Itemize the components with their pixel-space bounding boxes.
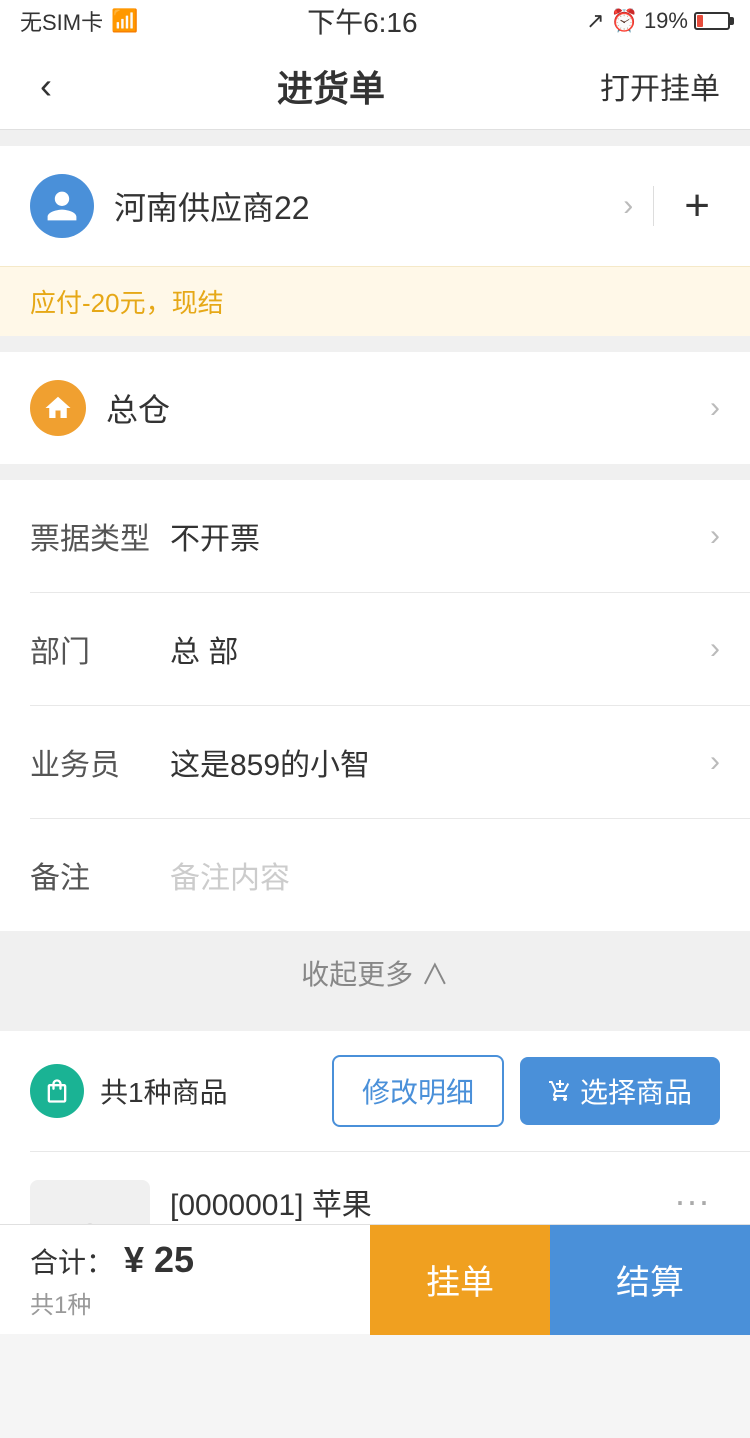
product-id: [0000001] (170, 1189, 303, 1222)
shopping-bag-icon (43, 1077, 71, 1105)
select-product-button[interactable]: 选择商品 (520, 1057, 720, 1125)
home-icon (43, 393, 73, 423)
settle-button[interactable]: 结算 (550, 1225, 750, 1335)
warehouse-icon (30, 380, 86, 436)
bottom-bar: 合计： ¥ 25 共1种 挂单 结算 (0, 1224, 750, 1334)
warehouse-chevron: › (710, 391, 720, 425)
cart-add-icon (548, 1079, 572, 1103)
total-label: 合计： (30, 1241, 114, 1281)
person-icon (44, 188, 80, 224)
ticket-type-value: 不开票 (150, 514, 700, 558)
remark-label: 备注 (30, 853, 150, 897)
ticket-type-label: 票据类型 (30, 514, 150, 558)
sales-label: 业务员 (30, 740, 150, 784)
dept-chevron: › (710, 632, 720, 666)
nav-bar: ‹ 进货单 打开挂单 (0, 42, 750, 130)
edit-detail-button[interactable]: 修改明细 (332, 1055, 504, 1127)
battery-icon (694, 12, 730, 30)
time-label: 下午6:16 (307, 1, 418, 41)
ticket-chevron: › (710, 519, 720, 553)
select-product-label: 选择商品 (580, 1071, 692, 1111)
supplier-divider (653, 186, 654, 226)
product-title: 苹果 (312, 1189, 372, 1222)
supplier-row[interactable]: 河南供应商22 › + (0, 146, 750, 266)
hang-button[interactable]: 挂单 (370, 1225, 550, 1335)
sales-chevron: › (710, 745, 720, 779)
add-supplier-button[interactable]: + (674, 181, 720, 231)
dept-value: 总 部 (150, 627, 700, 671)
collapse-label: 收起更多 ∧ (301, 953, 449, 993)
top-divider (0, 130, 750, 146)
wifi-icon: 📶 (111, 8, 138, 34)
status-right: ↗ ⏰ 19% (586, 8, 730, 34)
remark-row[interactable]: 备注 备注内容 (0, 819, 750, 931)
status-bar: 无SIM卡 📶 下午6:16 ↗ ⏰ 19% (0, 0, 750, 42)
back-button[interactable]: ‹ (30, 55, 62, 117)
footer-spacer (0, 1328, 750, 1438)
location-icon: ↗ (586, 8, 604, 34)
form-section: 票据类型 不开票 › 部门 总 部 › 业务员 这是859的小智 › 备注 备注… (0, 480, 750, 931)
warehouse-name: 总仓 (106, 385, 700, 431)
product-count-text: 共1种商品 (100, 1071, 316, 1111)
sales-value: 这是859的小智 (150, 740, 700, 784)
supplier-chevron: › (623, 189, 633, 223)
supplier-name: 河南供应商22 (114, 183, 613, 229)
total-section: 合计： ¥ 25 共1种 (0, 1239, 370, 1320)
open-hang-button[interactable]: 打开挂单 (600, 64, 720, 108)
notice-text: 应付-20元，现结 (30, 288, 224, 318)
supplier-section: 河南供应商22 › + 应付-20元，现结 (0, 146, 750, 336)
product-count-icon (30, 1064, 84, 1118)
settle-label: 结算 (616, 1255, 684, 1304)
product-name: [0000001] 苹果 (170, 1180, 644, 1224)
products-header: 共1种商品 修改明细 选择商品 (0, 1031, 750, 1151)
divider-2 (0, 464, 750, 480)
status-left: 无SIM卡 📶 (20, 5, 139, 37)
carrier-label: 无SIM卡 (20, 5, 103, 37)
dept-row[interactable]: 部门 总 部 › (0, 593, 750, 705)
divider-3 (0, 1015, 750, 1031)
page-title: 进货单 (277, 60, 385, 112)
notice-bar: 应付-20元，现结 (0, 266, 750, 336)
hang-label: 挂单 (426, 1255, 494, 1304)
more-options-button[interactable]: ··· (664, 1180, 720, 1222)
divider-1 (0, 336, 750, 352)
ticket-type-row[interactable]: 票据类型 不开票 › (0, 480, 750, 592)
battery-percent: 19% (644, 8, 688, 34)
warehouse-section: 总仓 › (0, 352, 750, 464)
total-count: 共1种 (30, 1285, 340, 1320)
supplier-avatar (30, 174, 94, 238)
total-amount: ¥ 25 (124, 1239, 194, 1281)
remark-input[interactable]: 备注内容 (150, 853, 720, 897)
sales-row[interactable]: 业务员 这是859的小智 › (0, 706, 750, 818)
collapse-button[interactable]: 收起更多 ∧ (0, 931, 750, 1015)
total-row: 合计： ¥ 25 (30, 1239, 340, 1281)
dept-label: 部门 (30, 627, 150, 671)
warehouse-row[interactable]: 总仓 › (0, 352, 750, 464)
alarm-icon: ⏰ (611, 8, 638, 34)
